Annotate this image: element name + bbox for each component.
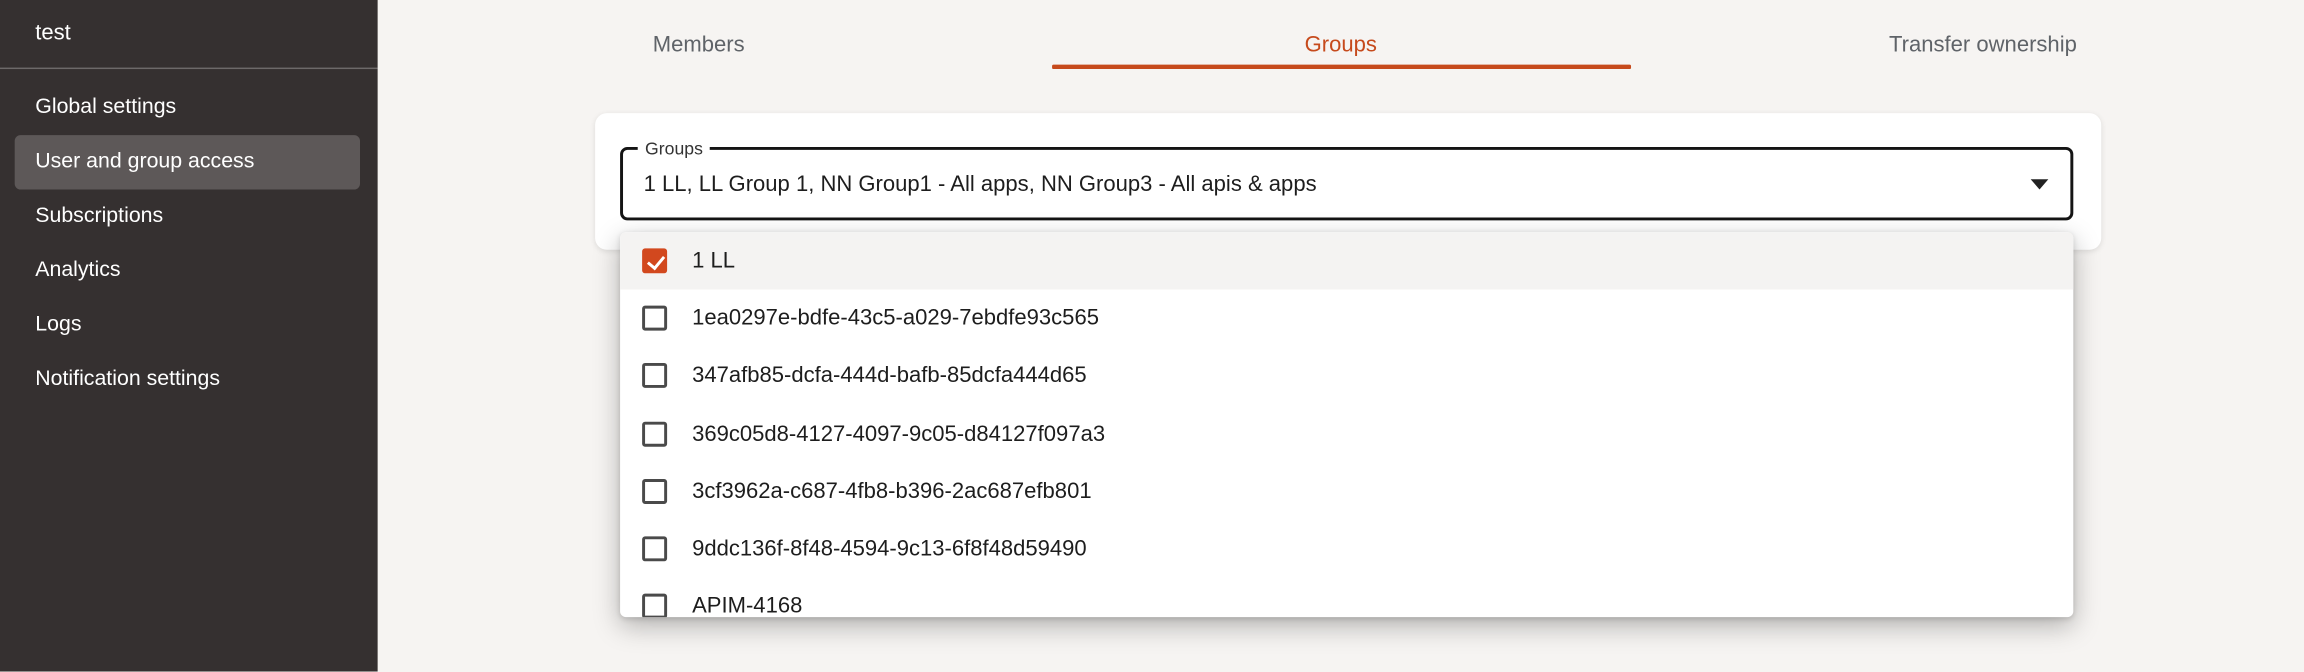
dropdown-arrow-icon[interactable] [2031, 179, 2049, 189]
sidebar-item-global-settings[interactable]: Global settings [15, 81, 360, 135]
option-checkbox[interactable] [642, 594, 667, 617]
dropdown-option[interactable]: 369c05d8-4127-4097-9c05-d84127f097a3 [620, 405, 2073, 463]
check-icon [647, 251, 665, 270]
dropdown-option[interactable]: 347afb85-dcfa-444d-bafb-85dcfa444d65 [620, 347, 2073, 405]
groups-dropdown-menu: 1 LL 1ea0297e-bdfe-43c5-a029-7ebdfe93c56… [620, 232, 2073, 617]
tab-transfer-ownership-label: Transfer ownership [1889, 32, 2077, 57]
groups-card: Groups 1 LL, LL Group 1, NN Group1 - All… [595, 113, 2101, 250]
option-checkbox[interactable] [642, 536, 667, 561]
option-label: 1 LL [692, 248, 735, 273]
sidebar-item-logs[interactable]: Logs [15, 298, 360, 352]
groups-field-value: 1 LL, LL Group 1, NN Group1 - All apps, … [623, 171, 1381, 196]
dropdown-option[interactable]: 1ea0297e-bdfe-43c5-a029-7ebdfe93c565 [620, 290, 2073, 348]
option-checkbox[interactable] [642, 248, 667, 273]
option-label: 1ea0297e-bdfe-43c5-a029-7ebdfe93c565 [692, 306, 1099, 331]
option-label: 369c05d8-4127-4097-9c05-d84127f097a3 [692, 421, 1105, 446]
sidebar-nav: Global settings User and group access Su… [0, 69, 378, 407]
option-checkbox[interactable] [642, 421, 667, 446]
tab-groups[interactable]: Groups [1020, 0, 1662, 69]
dropdown-option[interactable]: 9ddc136f-8f48-4594-9c13-6f8f48d59490 [620, 520, 2073, 578]
tab-members[interactable]: Members [378, 0, 1020, 69]
sidebar-item-subscriptions[interactable]: Subscriptions [15, 190, 360, 244]
option-label: APIM-4168 [692, 594, 802, 617]
option-checkbox[interactable] [642, 306, 667, 331]
option-label: 3cf3962a-c687-4fb8-b396-2ac687efb801 [692, 479, 1092, 504]
option-checkbox[interactable] [642, 364, 667, 389]
option-checkbox[interactable] [642, 479, 667, 504]
option-label: 9ddc136f-8f48-4594-9c13-6f8f48d59490 [692, 536, 1087, 561]
groups-select-field[interactable]: Groups 1 LL, LL Group 1, NN Group1 - All… [620, 147, 2073, 220]
main-content: Members Groups Transfer ownership Groups… [378, 0, 2304, 672]
option-label: 347afb85-dcfa-444d-bafb-85dcfa444d65 [692, 364, 1087, 389]
dropdown-option[interactable]: 3cf3962a-c687-4fb8-b396-2ac687efb801 [620, 462, 2073, 520]
groups-field-label: Groups [638, 138, 711, 159]
dropdown-option[interactable]: APIM-4168 [620, 578, 2073, 617]
sidebar-item-notification-settings[interactable]: Notification settings [15, 353, 360, 407]
tab-groups-label: Groups [1305, 32, 1377, 57]
org-title: test [0, 0, 378, 68]
tab-members-label: Members [653, 32, 745, 57]
app-window: test Global settings User and group acce… [0, 0, 2304, 672]
sidebar-item-analytics[interactable]: Analytics [15, 244, 360, 298]
tab-transfer-ownership[interactable]: Transfer ownership [1662, 0, 2304, 69]
dropdown-option-1-ll[interactable]: 1 LL [620, 232, 2073, 290]
tab-bar: Members Groups Transfer ownership [378, 0, 2304, 69]
sidebar: test Global settings User and group acce… [0, 0, 378, 672]
sidebar-item-user-and-group-access[interactable]: User and group access [15, 135, 360, 189]
active-tab-indicator [1051, 65, 1630, 69]
